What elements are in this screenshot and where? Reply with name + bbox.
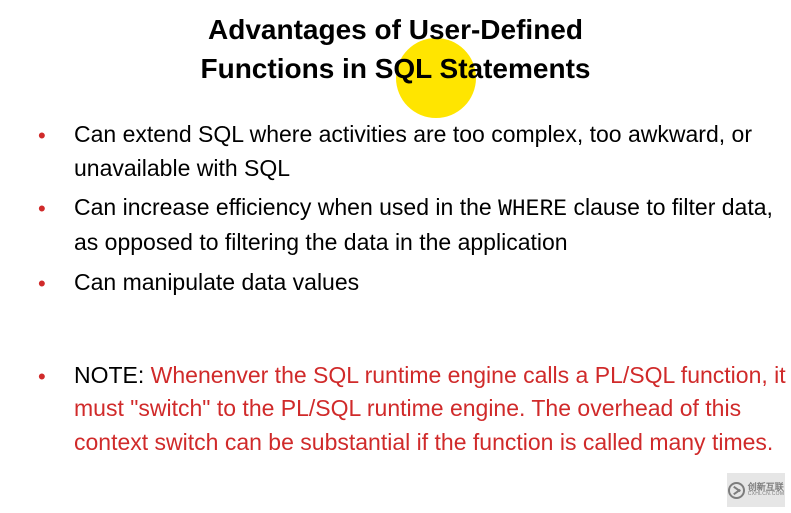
slide-title: Advantages of User-Defined Functions in … xyxy=(0,10,791,88)
watermark-line2: CXHLCN.COM xyxy=(748,492,785,497)
watermark-text: 创新互联 CXHLCN.COM xyxy=(748,483,785,497)
note-label: NOTE: xyxy=(74,362,151,388)
bullet-item: Can extend SQL where activities are too … xyxy=(38,118,791,185)
spacer xyxy=(38,305,791,353)
bullet-item: Can increase efficiency when used in the… xyxy=(38,191,791,260)
bullet-text-pre: Can increase efficiency when used in the xyxy=(74,194,498,220)
watermark: 创新互联 CXHLCN.COM xyxy=(727,473,785,507)
bullet-text: Can extend SQL where activities are too … xyxy=(74,121,752,180)
title-line-2: Functions in SQL Statements xyxy=(201,53,591,84)
note-item: NOTE: Whenenver the SQL runtime engine c… xyxy=(38,359,791,459)
bullet-list: Can extend SQL where activities are too … xyxy=(0,118,791,459)
bullet-text: Can manipulate data values xyxy=(74,269,359,295)
code-span: WHERE xyxy=(498,196,567,222)
bullet-item: Can manipulate data values xyxy=(38,266,791,299)
title-line-1: Advantages of User-Defined xyxy=(208,14,583,45)
slide: Advantages of User-Defined Functions in … xyxy=(0,0,791,513)
watermark-icon xyxy=(728,482,745,499)
note-text: Whenenver the SQL runtime engine calls a… xyxy=(74,362,786,455)
title-container: Advantages of User-Defined Functions in … xyxy=(0,10,791,88)
